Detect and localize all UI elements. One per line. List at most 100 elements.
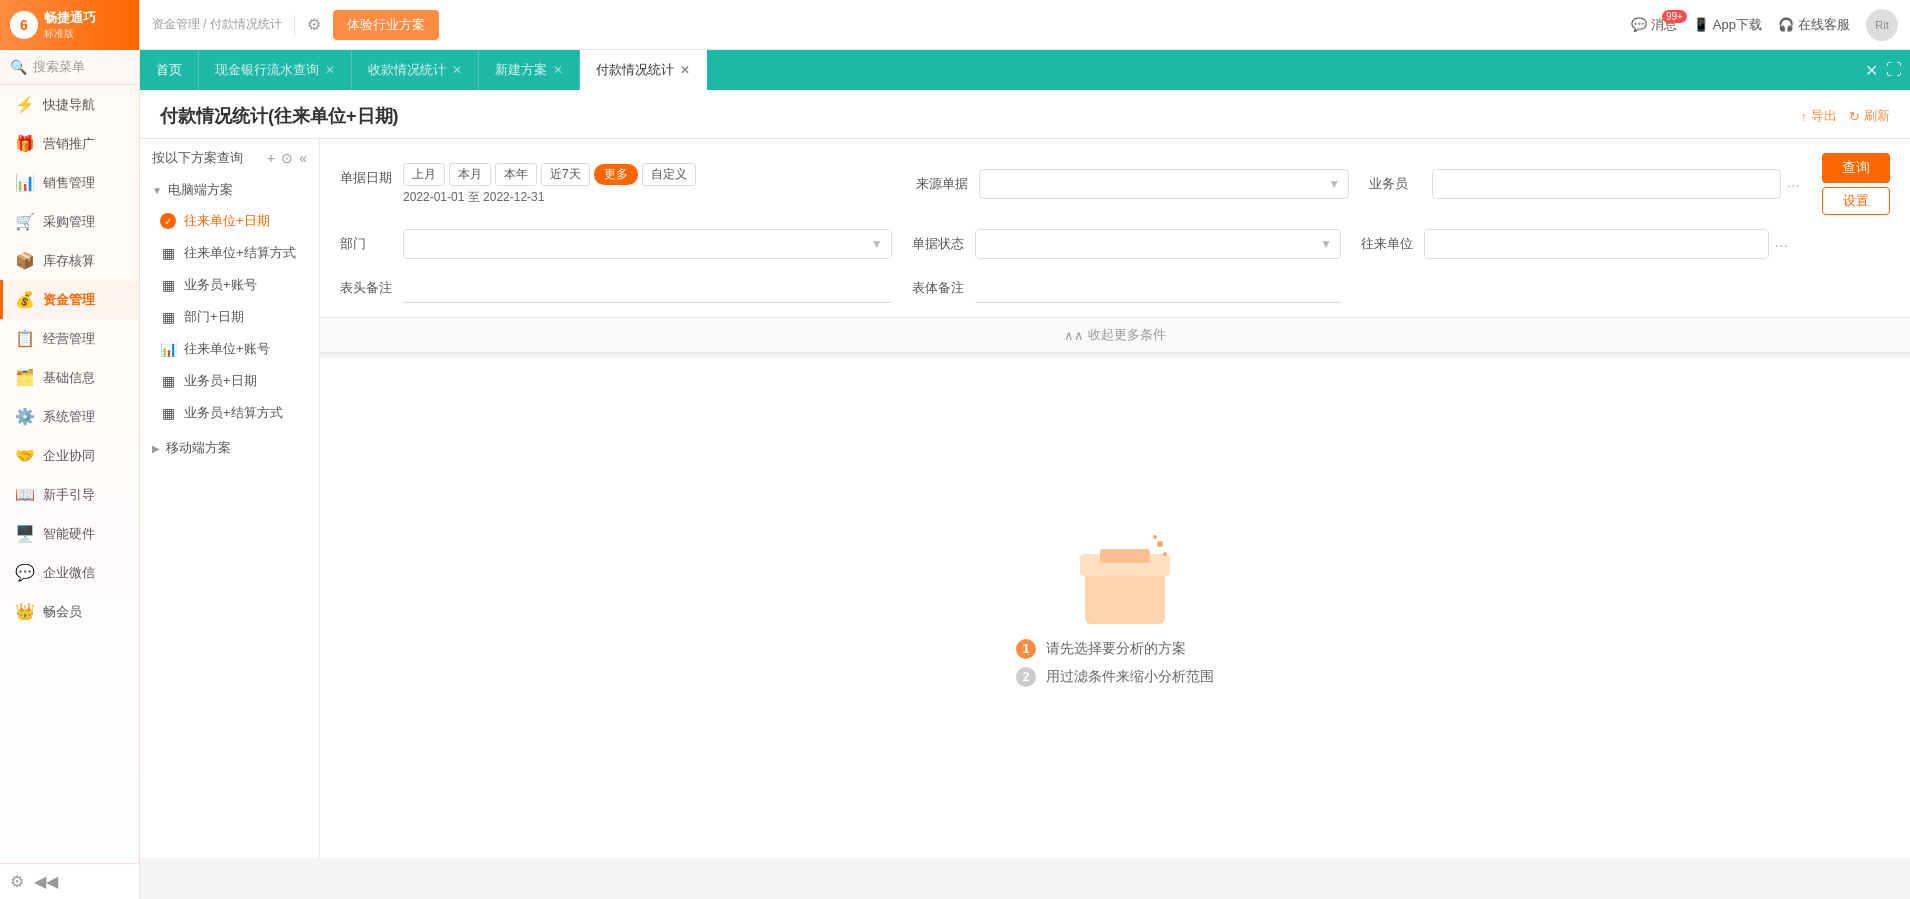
tab-cashflow-close[interactable]: ✕	[325, 63, 335, 77]
system-icon: ⚙️	[15, 407, 35, 426]
date-btn-this-year[interactable]: 本年	[495, 163, 537, 186]
header-note-input[interactable]	[403, 273, 892, 303]
empty-steps: 1 请先选择要分析的方案 2 用过滤条件来缩小分析范围	[1016, 639, 1214, 687]
date-btn-last-month[interactable]: 上月	[403, 163, 445, 186]
tab-close-all-icon[interactable]: ✕	[1865, 61, 1878, 80]
sidebar-item-label: 企业协同	[43, 447, 95, 465]
tab-new-label: 新建方案	[495, 61, 547, 79]
sidebar-item-quick-nav[interactable]: ⚡ 快捷导航	[0, 85, 139, 124]
sidebar-item-sales[interactable]: 📊 销售管理	[0, 163, 139, 202]
marketing-icon: 🎁	[15, 134, 35, 153]
query-btn[interactable]: 查询	[1822, 153, 1890, 183]
tab-new-scheme[interactable]: 新建方案 ✕	[479, 50, 580, 90]
date-btn-more[interactable]: 更多	[594, 164, 638, 185]
docstatus-select[interactable]: ▼	[975, 229, 1341, 259]
scheme-item-staff-settle[interactable]: ▦ 业务员+结算方式	[148, 397, 319, 429]
settings-btn[interactable]: 设置	[1822, 187, 1890, 215]
dept-select[interactable]: ▼	[403, 229, 892, 259]
scheme-group-mobile-header[interactable]: ▶ 移动端方案	[140, 433, 319, 463]
scheme-item-unit-date[interactable]: ✓ 往来单位+日期	[148, 205, 319, 237]
sidebar-item-label: 企业微信	[43, 564, 95, 582]
message-btn[interactable]: 💬 消息 99+	[1631, 16, 1677, 34]
tab-receipt-stats[interactable]: 收款情况统计 ✕	[352, 50, 479, 90]
sidebar-item-ops[interactable]: 📋 经营管理	[0, 319, 139, 358]
sidebar-item-purchase[interactable]: 🛒 采购管理	[0, 202, 139, 241]
docstatus-select-arrow: ▼	[1320, 237, 1332, 251]
sidebar-item-system[interactable]: ⚙️ 系统管理	[0, 397, 139, 436]
staff-select[interactable]	[1432, 169, 1780, 199]
sidebar-item-member[interactable]: 👑 畅会员	[0, 592, 139, 631]
sidebar-item-guide[interactable]: 📖 新手引导	[0, 475, 139, 514]
svg-rect-2	[1100, 549, 1150, 563]
staff-ellipsis-btn[interactable]: ···	[1785, 173, 1802, 195]
scheme-item-staff-account[interactable]: ▦ 业务员+账号	[148, 269, 319, 301]
date-btn-this-month[interactable]: 本月	[449, 163, 491, 186]
scheme-panel-header: 按以下方案查询 + ⊙ «	[140, 149, 319, 175]
purchase-icon: 🛒	[15, 212, 35, 231]
sidebar-item-wechat[interactable]: 💬 企业微信	[0, 553, 139, 592]
tab-payment-stats[interactable]: 付款情况统计 ✕	[580, 50, 707, 90]
settings-bottom-icon[interactable]: ⚙	[10, 872, 24, 891]
sales-icon: 📊	[15, 173, 35, 192]
filter-header-note-control	[403, 273, 892, 303]
avatar-text: Rit	[1875, 19, 1888, 31]
scheme-add-icon[interactable]: +	[267, 150, 275, 166]
hardware-icon: 🖥️	[15, 524, 35, 543]
tab-payment-close[interactable]: ✕	[680, 63, 690, 77]
online-service-btn[interactable]: 🎧 在线客服	[1778, 16, 1850, 34]
collapse-sidebar-icon[interactable]: ◀◀	[34, 872, 58, 891]
logo-icon: 6	[10, 11, 38, 39]
logo-title: 畅捷通巧	[44, 9, 96, 27]
scheme-item-dept-date[interactable]: ▦ 部门+日期	[148, 301, 319, 333]
sidebar-item-hardware[interactable]: 🖥️ 智能硬件	[0, 514, 139, 553]
tab-home[interactable]: 首页	[140, 50, 199, 90]
filter-docstatus-label: 单据状态	[912, 229, 967, 253]
refresh-label: 刷新	[1864, 107, 1890, 125]
unit-select[interactable]	[1424, 229, 1769, 259]
tab-new-close[interactable]: ✕	[553, 63, 563, 77]
step-num-2: 2	[1016, 667, 1036, 687]
sidebar-item-capital[interactable]: 💰 资金管理	[0, 280, 139, 319]
app-download-btn[interactable]: 📱 App下载	[1693, 16, 1762, 34]
scheme-settings-icon[interactable]: ⊙	[281, 150, 293, 166]
filter-row-3: 表头备注 表体备注	[340, 273, 1890, 303]
export-btn[interactable]: ↑ 导出	[1801, 107, 1838, 125]
scheme-item-staff-date[interactable]: ▦ 业务员+日期	[148, 365, 319, 397]
source-select[interactable]: ▼	[979, 169, 1349, 199]
tab-cashflow[interactable]: 现金银行流水查询 ✕	[199, 50, 352, 90]
empty-step-2: 2 用过滤条件来缩小分析范围	[1016, 667, 1214, 687]
service-icon: 🎧	[1778, 17, 1794, 32]
search-label: 搜索菜单	[33, 58, 85, 76]
export-label: 导出	[1811, 107, 1837, 125]
filter-body-note-control	[975, 273, 1341, 303]
scheme-item-unit-settle[interactable]: ▦ 往来单位+结算方式	[148, 237, 319, 269]
scheme-collapse-icon[interactable]: «	[299, 150, 307, 166]
sidebar-item-label: 经营管理	[43, 330, 95, 348]
topbar-gear-icon[interactable]: ⚙	[307, 15, 321, 34]
filter-action-btns: 查询 设置	[1802, 153, 1890, 215]
body-note-input[interactable]	[975, 273, 1341, 303]
scheme-item-unit-account[interactable]: 📊 往来单位+账号	[148, 333, 319, 365]
sidebar-item-basic[interactable]: 🗂️ 基础信息	[0, 358, 139, 397]
date-btn-custom[interactable]: 自定义	[642, 163, 696, 186]
sidebar-item-marketing[interactable]: 🎁 营销推广	[0, 124, 139, 163]
search-menu[interactable]: 🔍 搜索菜单	[0, 50, 139, 85]
scheme-item-dept-date-label: 部门+日期	[184, 308, 244, 326]
tab-receipt-close[interactable]: ✕	[452, 63, 462, 77]
scheme-group-pc-header[interactable]: ▼ 电脑端方案	[140, 175, 319, 205]
date-btn-last-7days[interactable]: 近7天	[541, 163, 590, 186]
sidebar-logo: 6 畅捷通巧 标准版	[0, 0, 139, 50]
unit-ellipsis-btn[interactable]: ···	[1773, 233, 1790, 255]
scheme-icon-unit-settle: ▦	[160, 245, 176, 261]
scheme-panel: 按以下方案查询 + ⊙ « ▼ 电脑端方案	[140, 139, 320, 858]
collapse-filter-btn[interactable]: ∧∧ 收起更多条件	[320, 317, 1910, 352]
filter-staff-cell: 业务员 ···	[1349, 169, 1802, 199]
sidebar-item-corp[interactable]: 🤝 企业协同	[0, 436, 139, 475]
user-avatar[interactable]: Rit	[1866, 9, 1898, 41]
refresh-btn[interactable]: ↻ 刷新	[1849, 107, 1890, 125]
tab-expand-icon[interactable]: ⛶	[1886, 61, 1902, 79]
guide-icon: 📖	[15, 485, 35, 504]
trial-btn[interactable]: 体验行业方案	[333, 10, 439, 40]
sidebar-item-inventory[interactable]: 📦 库存核算	[0, 241, 139, 280]
topbar-right: 💬 消息 99+ 📱 App下载 🎧 在线客服 Rit	[1631, 9, 1898, 41]
